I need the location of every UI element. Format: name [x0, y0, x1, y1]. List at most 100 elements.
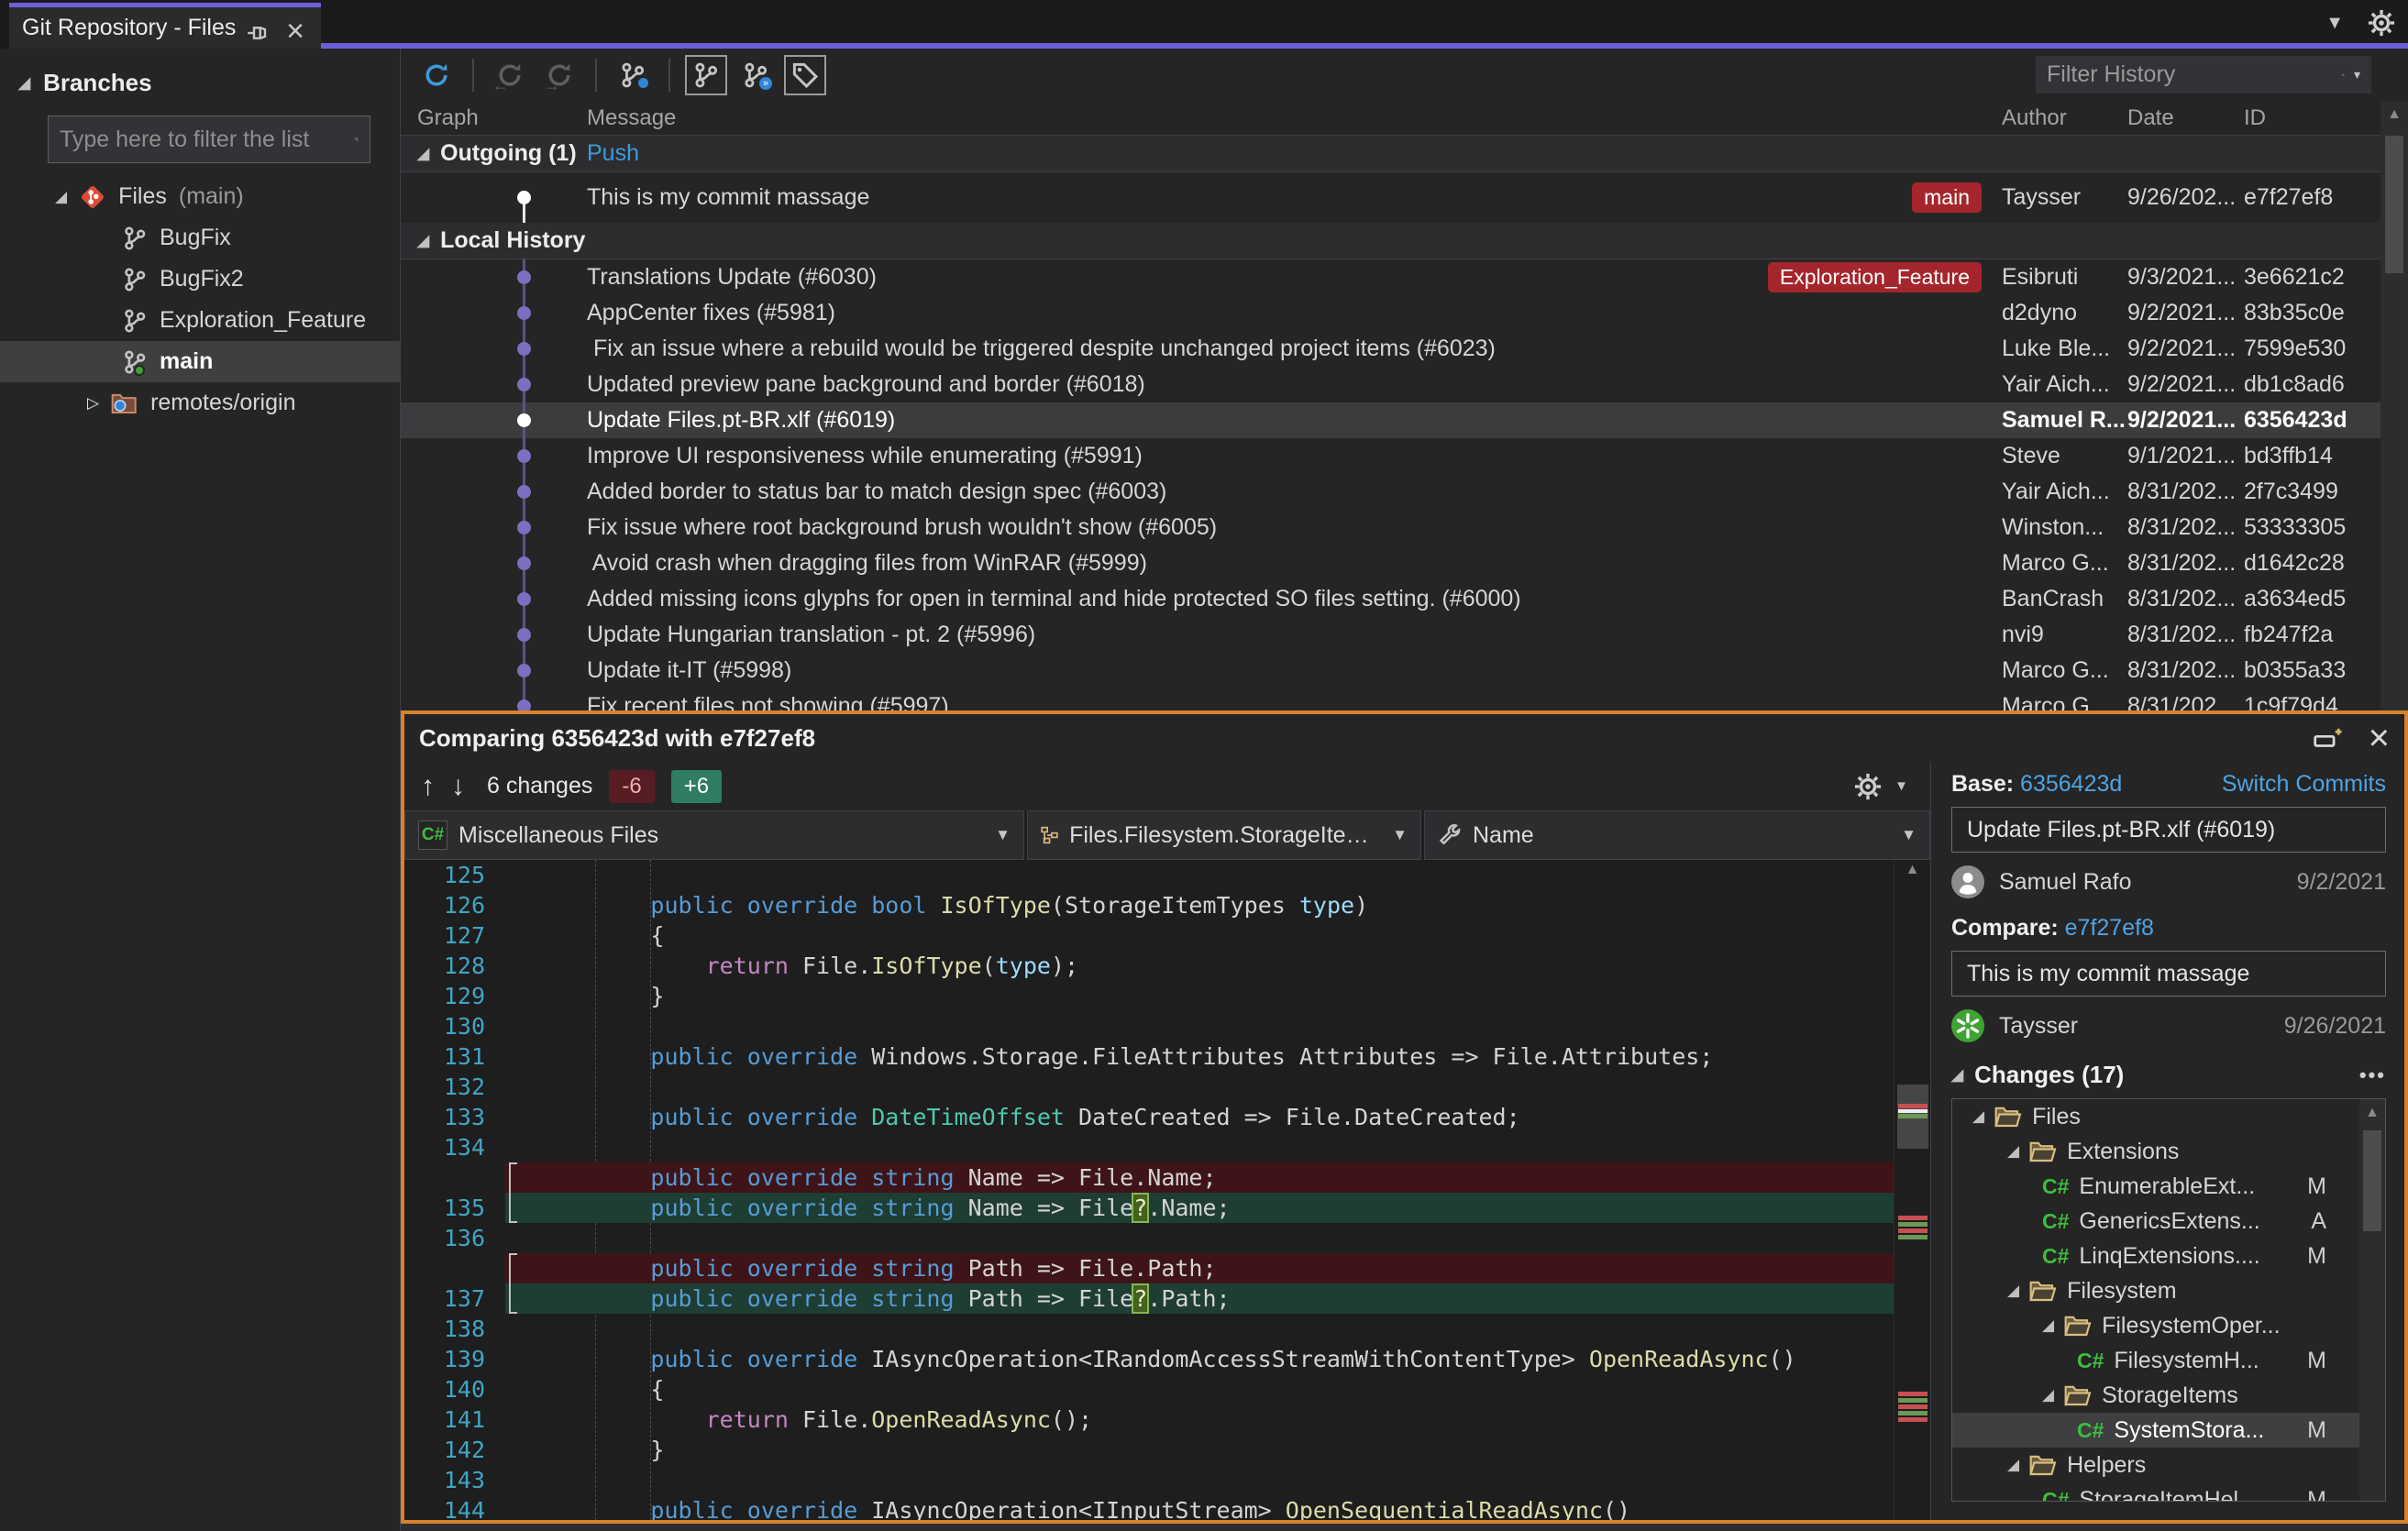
scroll-up-icon[interactable]: ▲ — [2359, 1099, 2385, 1121]
branches-header[interactable]: ◢ Branches — [0, 49, 400, 110]
changes-section-header[interactable]: ◢ Changes (17) ••• — [1951, 1061, 2386, 1089]
tree-file[interactable]: C# StorageItemHel... M — [1952, 1482, 2385, 1502]
branch-filter-input[interactable] — [60, 126, 355, 153]
history-filter-input[interactable] — [2047, 61, 2342, 88]
sidebar-item-repo[interactable]: ◢ Files (main) — [0, 176, 400, 217]
more-options-icon[interactable]: ••• — [2359, 1063, 2386, 1087]
commit-row-selected[interactable]: Update Files.pt-BR.xlf (#6019) Samuel R.… — [401, 402, 2408, 438]
tree-file[interactable]: C# FilesystemH... M — [1952, 1343, 2385, 1378]
settings-gear-icon[interactable] — [2368, 9, 2395, 37]
scroll-up-icon[interactable]: ▲ — [1894, 860, 1930, 878]
diff-code-editor[interactable]: 125 126 public override bool IsOfType(St… — [404, 860, 1894, 1520]
tree-file-selected[interactable]: C# SystemStora... M — [1952, 1413, 2385, 1448]
sidebar-item-branch-bugfix[interactable]: BugFix — [0, 217, 400, 259]
branch-badge-exploration-feature[interactable]: Exploration_Feature — [1767, 262, 1982, 292]
diff-mark-removed — [1898, 1417, 1928, 1422]
folder-icon — [2064, 1314, 2092, 1338]
tree-file[interactable]: C# LinqExtensions.... M — [1952, 1239, 2385, 1273]
show-graph-toggle[interactable] — [685, 54, 727, 95]
base-commit-link[interactable]: 6356423d — [2020, 771, 2122, 798]
commit-row[interactable]: Update it-IT (#5998) Marco G... 8/31/202… — [401, 653, 2408, 688]
document-tab[interactable]: Git Repository - Files × — [9, 3, 321, 49]
column-header-id[interactable]: ID — [2244, 105, 2380, 131]
tree-folder-filesystemoperations[interactable]: ◢ FilesystemOper... — [1952, 1308, 2385, 1343]
gear-chevron-icon[interactable]: ▼ — [1894, 778, 1908, 794]
sidebar-item-branch-main[interactable]: main — [0, 341, 400, 382]
sidebar-item-branch-bugfix2[interactable]: BugFix2 — [0, 259, 400, 300]
column-header-message[interactable]: Message — [587, 105, 2002, 131]
promote-window-icon[interactable] — [2314, 725, 2345, 751]
pull-button[interactable]: → — [538, 55, 580, 95]
commit-row[interactable]: AppCenter fixes (#5981) d2dyno 9/2/2021.… — [401, 295, 2408, 331]
file-selector-dropdown[interactable]: C# Miscellaneous Files ▼ — [404, 810, 1024, 860]
overview-ruler[interactable]: ▲ — [1894, 860, 1930, 1520]
compare-commit-message-box[interactable]: This is my commit massage — [1951, 951, 2386, 997]
commit-row[interactable]: Fix an issue where a rebuild would be tr… — [401, 331, 2408, 367]
current-position-mark — [1898, 1109, 1928, 1113]
commit-row[interactable]: Fix issue where root background brush wo… — [401, 510, 2408, 545]
diff-mark-added — [1898, 1235, 1928, 1239]
search-icon[interactable] — [2342, 63, 2345, 87]
commit-row[interactable]: Avoid crash when dragging files from Win… — [401, 545, 2408, 581]
show-merges-toggle[interactable]: » — [735, 55, 777, 95]
code-line: 143 — [443, 1467, 485, 1493]
scrollbar-thumb[interactable] — [2385, 136, 2403, 273]
pin-icon[interactable] — [246, 22, 268, 44]
push-link[interactable]: Push — [587, 140, 639, 167]
column-header-graph[interactable]: Graph — [401, 105, 587, 131]
scrollbar-thumb[interactable] — [2363, 1130, 2381, 1231]
tree-folder-filesystem[interactable]: ◢ Filesystem — [1952, 1273, 2385, 1308]
commit-row[interactable]: Added border to status bar to match desi… — [401, 474, 2408, 510]
switch-commits-link[interactable]: Switch Commits — [2222, 771, 2386, 798]
scroll-up-icon[interactable]: ▲ — [2380, 101, 2408, 123]
cs-file-icon: C# — [2042, 1208, 2070, 1233]
commit-row[interactable]: Fix recent files not showing (#5997) Mar… — [401, 688, 2408, 710]
fetch-button[interactable]: ← — [489, 55, 531, 95]
compare-branches-button[interactable] — [612, 55, 654, 95]
member-selector-dropdown[interactable]: Name ▼ — [1424, 810, 1930, 860]
sidebar-item-branch-exploration-feature[interactable]: Exploration_Feature — [0, 300, 400, 341]
commit-row[interactable]: Added missing icons glyphs for open in t… — [401, 581, 2408, 617]
expand-icon[interactable]: ▷ — [87, 394, 99, 413]
refresh-button[interactable] — [415, 55, 458, 95]
column-header-date[interactable]: Date — [2127, 105, 2244, 131]
commit-history-pane: ← → » ▾ Graph Message Author Date ID ◢ O… — [401, 49, 2408, 710]
tree-file[interactable]: C# EnumerableExt... M — [1952, 1169, 2385, 1204]
tree-scrollbar[interactable]: ▲ — [2359, 1099, 2385, 1501]
diff-settings-gear-icon[interactable] — [1854, 773, 1882, 800]
tree-folder-extensions[interactable]: ◢ Extensions — [1952, 1134, 2385, 1169]
collapse-icon: ◢ — [1951, 1065, 1964, 1084]
changed-files-tree: ◢ Files ◢ Extensions C# EnumerableExt...… — [1951, 1098, 2386, 1502]
commit-row[interactable]: Update Hungarian translation - pt. 2 (#5… — [401, 617, 2408, 653]
column-header-author[interactable]: Author — [2002, 105, 2127, 131]
changes-count: 6 changes — [487, 773, 593, 799]
window-chevron-down-icon[interactable]: ▼ — [2325, 13, 2344, 34]
tree-file[interactable]: C# GenericsExtens... A — [1952, 1204, 2385, 1239]
search-icon[interactable] — [355, 127, 359, 151]
next-change-button[interactable]: ↓ — [451, 771, 465, 802]
current-branch-dot — [134, 365, 145, 376]
commit-row[interactable]: Updated preview pane background and bord… — [401, 367, 2408, 402]
base-commit-message-box[interactable]: Update Files.pt-BR.xlf (#6019) — [1951, 807, 2386, 853]
commit-row[interactable]: Translations Update (#6030) Exploration_F… — [401, 259, 2408, 295]
outgoing-section-row[interactable]: ◢ Outgoing (1) Push — [401, 136, 2408, 172]
search-options-chevron-icon[interactable]: ▾ — [2354, 67, 2360, 83]
compare-commit-link[interactable]: e7f27ef8 — [2065, 915, 2154, 942]
history-scrollbar[interactable]: ▲ — [2380, 101, 2408, 710]
tree-folder-helpers[interactable]: ◢ Helpers — [1952, 1448, 2385, 1482]
previous-change-button[interactable]: ↑ — [421, 771, 435, 802]
sidebar-item-remotes[interactable]: ▷ remotes/origin — [0, 382, 400, 424]
close-panel-icon[interactable]: × — [2369, 720, 2390, 756]
outgoing-commit-row[interactable]: This is my commit massage main Taysser 9… — [401, 172, 2408, 223]
commit-row[interactable]: Improve UI responsiveness while enumerat… — [401, 438, 2408, 474]
code-line: 141 return File.OpenReadAsync(); — [443, 1406, 1093, 1433]
local-history-section-row[interactable]: ◢ Local History — [401, 223, 2408, 259]
close-tab-icon[interactable]: × — [286, 16, 304, 47]
type-selector-dropdown[interactable]: Files.Filesystem.StorageItems.SystemStor… — [1027, 810, 1421, 860]
diff-mark-removed — [1898, 1216, 1928, 1220]
tree-folder-storageitems[interactable]: ◢ StorageItems — [1952, 1378, 2385, 1413]
expand-icon[interactable]: ◢ — [55, 188, 67, 206]
branch-badge-main[interactable]: main — [1912, 182, 1982, 213]
tree-folder-files[interactable]: ◢ Files — [1952, 1099, 2385, 1134]
show-tags-toggle[interactable] — [784, 54, 826, 95]
